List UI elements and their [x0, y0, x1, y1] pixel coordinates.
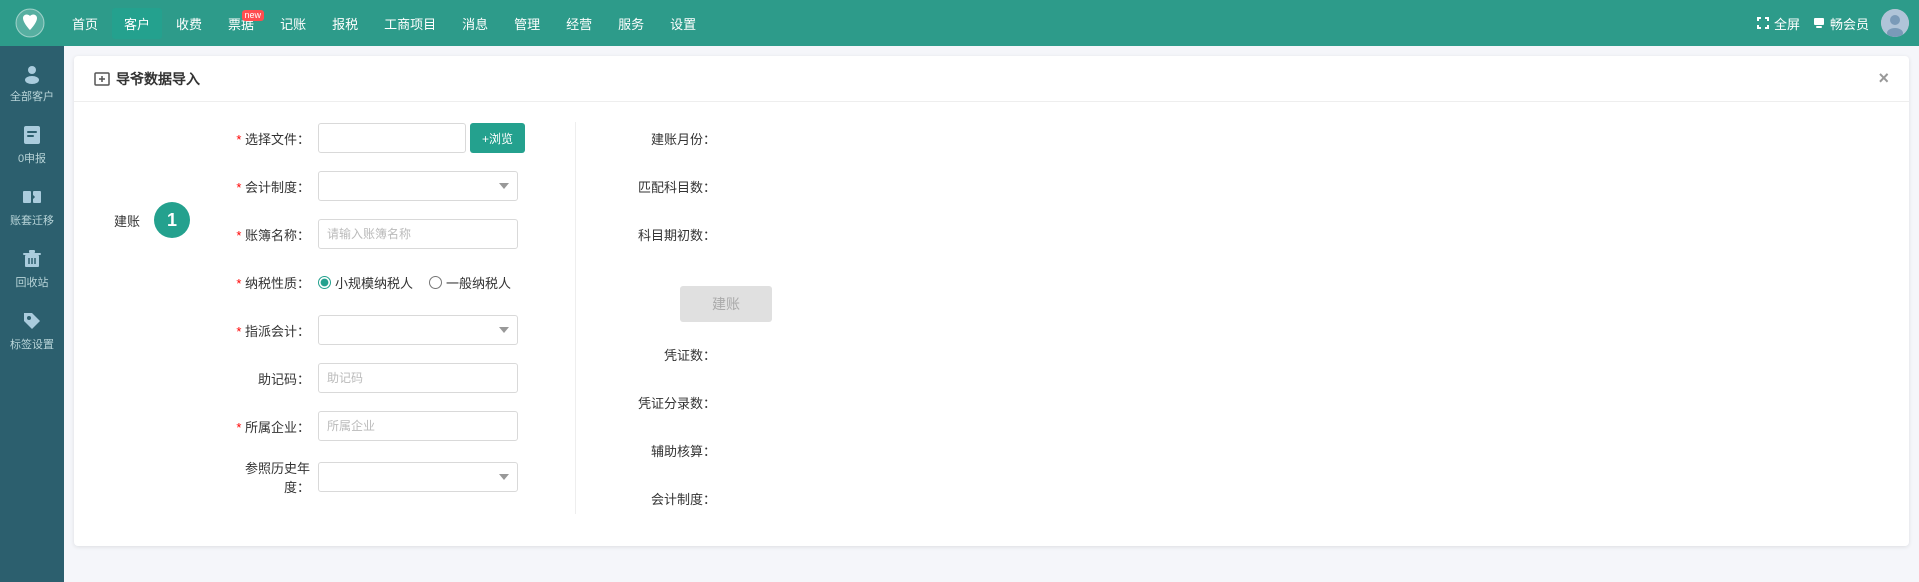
match-row: 匹配科目数： — [626, 170, 826, 202]
required-mark2: * — [236, 180, 241, 195]
tax-small-option[interactable]: 小规模纳税人 — [318, 273, 413, 292]
nav-right: 全屏 畅会员 — [1756, 9, 1909, 37]
sidebar-item-tags[interactable]: 标签设置 — [0, 302, 64, 360]
nav-item-operation[interactable]: 经营 — [554, 8, 604, 39]
tax-general-radio[interactable] — [429, 276, 442, 289]
nav-item-service[interactable]: 服务 — [606, 8, 656, 39]
file-input[interactable] — [318, 123, 466, 153]
sidebar: 全部客户 0申报 账套迁移 回收站 标签设置 — [0, 46, 64, 582]
tax-small-radio[interactable] — [318, 276, 331, 289]
nav-item-message[interactable]: 消息 — [450, 8, 500, 39]
card-header: 导爷数据导入 × — [74, 56, 1909, 102]
company-input[interactable] — [318, 411, 518, 441]
required-mark5: * — [236, 324, 241, 339]
import-card: 导爷数据导入 × 建账 1 * — [74, 56, 1909, 546]
new-badge: new — [242, 10, 265, 21]
form-section-left: * 选择文件： +浏览 * 会计制度： — [230, 122, 525, 514]
main-layout: 全部客户 0申报 账套迁移 回收站 标签设置 — [0, 46, 1919, 582]
accountant-label: * 指派会计： — [230, 321, 310, 340]
ledger-input[interactable] — [318, 219, 518, 249]
ledger-row: * 账簿名称： — [230, 218, 525, 250]
ledger-label: * 账簿名称： — [230, 225, 310, 244]
step-label: 建账 — [114, 211, 140, 230]
accountant-select[interactable] — [318, 315, 518, 345]
card-title: 导爷数据导入 — [116, 69, 200, 89]
form-divider — [575, 122, 576, 514]
fullscreen-btn[interactable]: 全屏 — [1756, 14, 1800, 33]
sidebar-item-zero-declare[interactable]: 0申报 — [0, 116, 64, 174]
content-area: 导爷数据导入 × 建账 1 * — [64, 46, 1919, 582]
required-mark: * — [236, 132, 241, 147]
history-select[interactable] — [318, 462, 518, 492]
voucher-records-row: 凭证分录数： — [626, 386, 826, 418]
auxiliary-label: 辅助核算： — [626, 441, 716, 460]
period-label: 科目期初数： — [626, 225, 716, 244]
accounting-select[interactable] — [318, 171, 518, 201]
sidebar-item-migrate[interactable]: 账套迁移 — [0, 178, 64, 236]
info-section-right: 建账月份： 匹配科目数： 科目期初数： 建账 — [626, 122, 826, 514]
sidebar-item-trash[interactable]: 回收站 — [0, 240, 64, 298]
company-row: * 所属企业： — [230, 410, 525, 442]
tax-row: * 纳税性质： 小规模纳税人 一般纳税人 — [230, 266, 525, 298]
logo — [10, 3, 50, 43]
nav-item-customer[interactable]: 客户 — [112, 8, 162, 39]
step-number: 1 — [154, 202, 190, 238]
accountant-row: * 指派会计： — [230, 314, 525, 346]
step-area: 建账 1 — [114, 122, 190, 514]
file-label: * 选择文件： — [230, 129, 310, 148]
build-btn-area: 建账 — [626, 286, 826, 322]
tax-radio-group: 小规模纳税人 一般纳税人 — [318, 273, 511, 292]
memo-input[interactable] — [318, 363, 518, 393]
voucher-records-label: 凭证分录数： — [626, 393, 716, 412]
accounting-row: * 会计制度： — [230, 170, 525, 202]
auxiliary-row: 辅助核算： — [626, 434, 826, 466]
nav-item-tax[interactable]: 报税 — [320, 8, 370, 39]
import-icon — [94, 71, 110, 87]
form-container: 建账 1 * 选择文件： +浏览 — [74, 102, 1909, 534]
required-mark4: * — [236, 276, 241, 291]
month-label: 建账月份： — [626, 129, 716, 148]
tax-general-option[interactable]: 一般纳税人 — [429, 273, 511, 292]
company-label: * 所属企业： — [230, 417, 310, 436]
browse-button[interactable]: +浏览 — [470, 123, 525, 153]
match-label: 匹配科目数： — [626, 177, 716, 196]
nav-item-fee[interactable]: 收费 — [164, 8, 214, 39]
nav-item-admin[interactable]: 管理 — [502, 8, 552, 39]
build-button[interactable]: 建账 — [680, 286, 772, 322]
nav-item-invoice[interactable]: 票据 new — [216, 8, 266, 39]
voucher-row: 凭证数： — [626, 338, 826, 370]
top-nav: 首页 客户 收费 票据 new 记账 报税 工商项目 消息 管理 经营 服务 设… — [0, 0, 1919, 46]
nav-item-bookkeeping[interactable]: 记账 — [268, 8, 318, 39]
accounting-system-label: 会计制度： — [626, 489, 716, 508]
history-row: 参照历史年度： — [230, 458, 525, 496]
nav-item-settings[interactable]: 设置 — [658, 8, 708, 39]
memo-label: 助记码： — [230, 369, 310, 388]
nav-item-home[interactable]: 首页 — [60, 8, 110, 39]
voucher-label: 凭证数： — [626, 345, 716, 364]
accounting-label: * 会计制度： — [230, 177, 310, 196]
sidebar-item-all-customers[interactable]: 全部客户 — [0, 54, 64, 112]
file-input-group: +浏览 — [318, 123, 525, 153]
period-row: 科目期初数： — [626, 218, 826, 250]
close-icon[interactable]: × — [1878, 68, 1889, 89]
avatar[interactable] — [1881, 9, 1909, 37]
tax-label: * 纳税性质： — [230, 273, 310, 292]
nav-item-business[interactable]: 工商项目 — [372, 8, 448, 39]
nav-items: 首页 客户 收费 票据 new 记账 报税 工商项目 消息 管理 经营 服务 设… — [60, 8, 708, 39]
card-header-left: 导爷数据导入 — [94, 69, 200, 89]
month-row: 建账月份： — [626, 122, 826, 154]
history-label: 参照历史年度： — [230, 458, 310, 496]
member-btn[interactable]: 畅会员 — [1812, 14, 1869, 33]
required-mark3: * — [236, 228, 241, 243]
file-row: * 选择文件： +浏览 — [230, 122, 525, 154]
accounting-system-row: 会计制度： — [626, 482, 826, 514]
required-mark6: * — [236, 420, 241, 435]
memo-row: 助记码： — [230, 362, 525, 394]
